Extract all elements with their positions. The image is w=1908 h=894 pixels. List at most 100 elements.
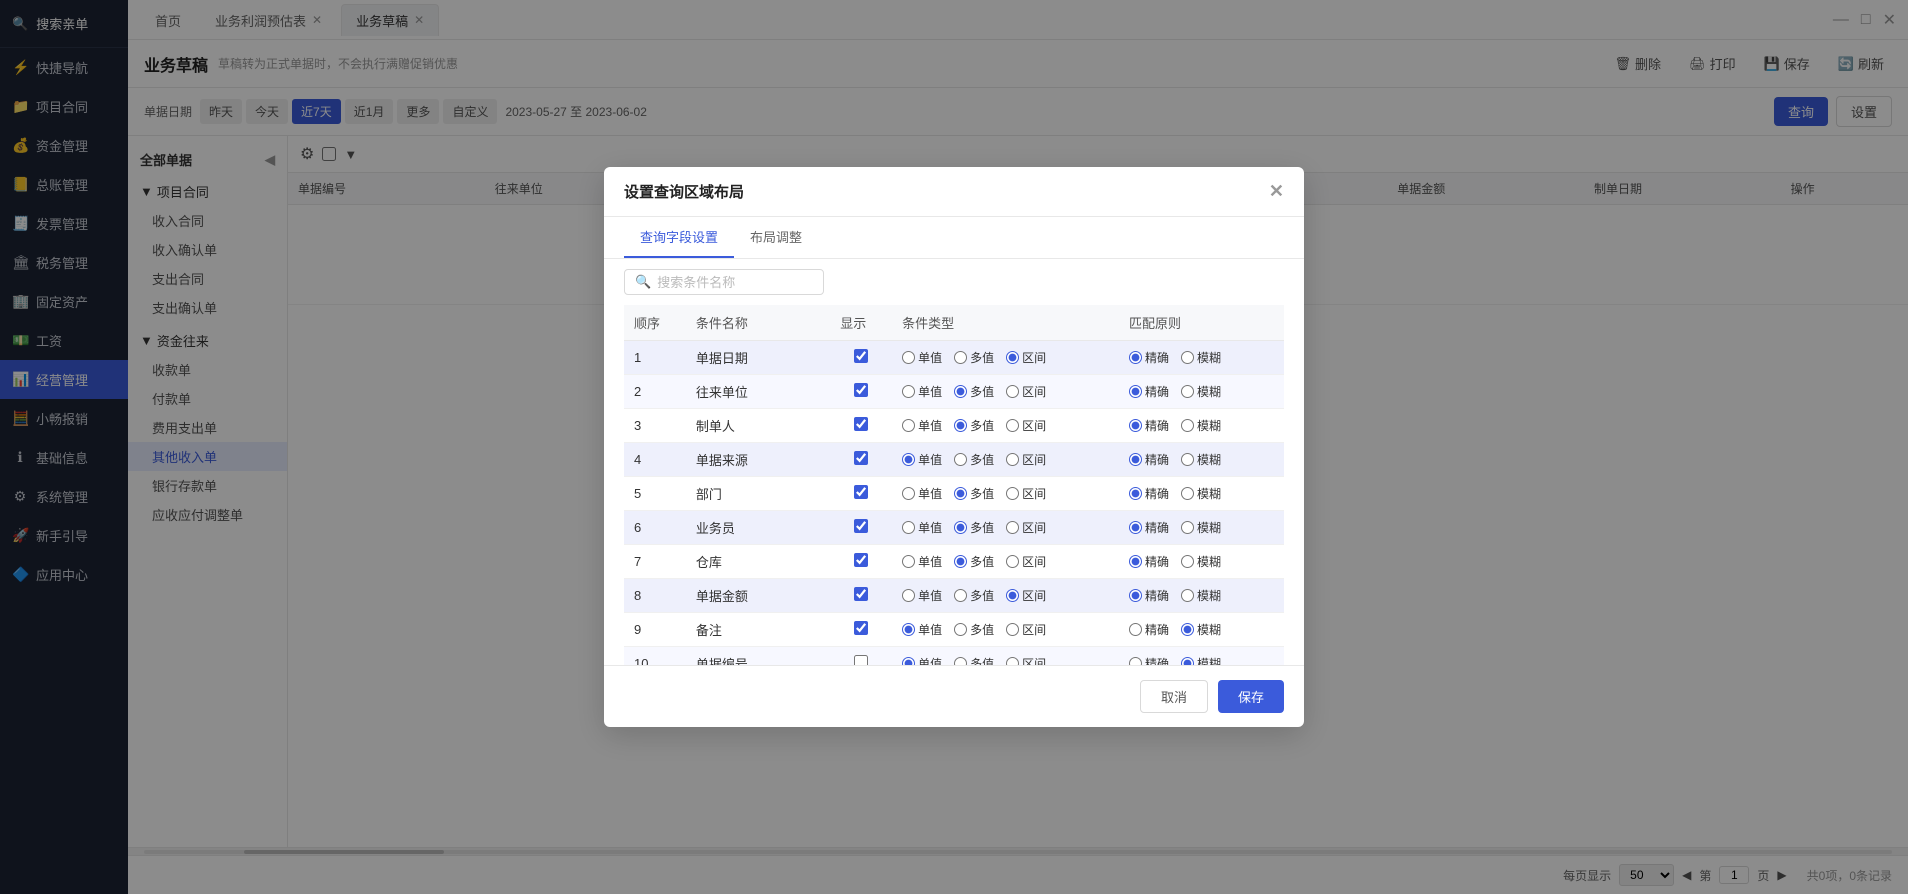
radio-condition-多值-8[interactable]: 多值 [954, 587, 994, 604]
radio-match-模糊-5[interactable]: 模糊 [1181, 485, 1221, 502]
radio-condition-单值-8[interactable]: 单值 [902, 587, 942, 604]
radio-condition-单值-10[interactable]: 单值 [902, 655, 942, 665]
radio-condition-单值-2[interactable]: 单值 [902, 383, 942, 400]
checkbox-display-8[interactable] [854, 587, 868, 601]
cell-condition-5: 单值 多值 区间 [892, 477, 1119, 511]
checkbox-display-7[interactable] [854, 553, 868, 567]
radio-condition-区间-9[interactable]: 区间 [1006, 621, 1046, 638]
radio-match-精确-3[interactable]: 精确 [1129, 417, 1169, 434]
radio-condition-多值-10[interactable]: 多值 [954, 655, 994, 665]
checkbox-display-10[interactable] [854, 655, 868, 665]
dialog: 设置查询区域布局 ✕ 查询字段设置 布局调整 🔍 顺序 [604, 167, 1304, 727]
cell-display-4[interactable] [830, 443, 892, 477]
radio-match-模糊-7[interactable]: 模糊 [1181, 553, 1221, 570]
radio-match-精确-5[interactable]: 精确 [1129, 485, 1169, 502]
radio-condition-多值-9[interactable]: 多值 [954, 621, 994, 638]
cell-condition-7: 单值 多值 区间 [892, 545, 1119, 579]
dialog-row-4: 4 单据来源 单值 多值 区间 精确 [624, 443, 1284, 477]
cell-display-6[interactable] [830, 511, 892, 545]
dialog-header: 设置查询区域布局 ✕ [604, 167, 1304, 217]
radio-condition-单值-9[interactable]: 单值 [902, 621, 942, 638]
radio-match-精确-9[interactable]: 精确 [1129, 621, 1169, 638]
cell-order-4: 4 [624, 443, 686, 477]
radio-match-精确-1[interactable]: 精确 [1129, 349, 1169, 366]
radio-condition-区间-1[interactable]: 区间 [1006, 349, 1046, 366]
radio-condition-多值-4[interactable]: 多值 [954, 451, 994, 468]
radio-condition-多值-1[interactable]: 多值 [954, 349, 994, 366]
radio-match-模糊-9[interactable]: 模糊 [1181, 621, 1221, 638]
radio-match-模糊-6[interactable]: 模糊 [1181, 519, 1221, 536]
checkbox-display-3[interactable] [854, 417, 868, 431]
radio-match-精确-8[interactable]: 精确 [1129, 587, 1169, 604]
radio-condition-区间-6[interactable]: 区间 [1006, 519, 1046, 536]
cell-order-7: 7 [624, 545, 686, 579]
radio-match-精确-6[interactable]: 精确 [1129, 519, 1169, 536]
cell-name-5: 部门 [686, 477, 830, 511]
save-dialog-button[interactable]: 保存 [1218, 680, 1284, 713]
cell-display-3[interactable] [830, 409, 892, 443]
cell-name-10: 单据编号 [686, 647, 830, 666]
radio-condition-区间-2[interactable]: 区间 [1006, 383, 1046, 400]
dialog-table-header: 顺序 条件名称 显示 条件类型 匹配原则 [624, 305, 1284, 341]
radio-condition-多值-6[interactable]: 多值 [954, 519, 994, 536]
radio-condition-多值-2[interactable]: 多值 [954, 383, 994, 400]
cell-display-5[interactable] [830, 477, 892, 511]
checkbox-display-4[interactable] [854, 451, 868, 465]
radio-condition-单值-4[interactable]: 单值 [902, 451, 942, 468]
cell-display-7[interactable] [830, 545, 892, 579]
radio-condition-区间-8[interactable]: 区间 [1006, 587, 1046, 604]
radio-condition-单值-6[interactable]: 单值 [902, 519, 942, 536]
cell-display-10[interactable] [830, 647, 892, 666]
radio-condition-区间-5[interactable]: 区间 [1006, 485, 1046, 502]
radio-match-模糊-2[interactable]: 模糊 [1181, 383, 1221, 400]
cell-condition-8: 单值 多值 区间 [892, 579, 1119, 613]
radio-match-精确-2[interactable]: 精确 [1129, 383, 1169, 400]
radio-match-精确-4[interactable]: 精确 [1129, 451, 1169, 468]
radio-match-模糊-10[interactable]: 模糊 [1181, 655, 1221, 665]
radio-condition-区间-10[interactable]: 区间 [1006, 655, 1046, 665]
cell-display-1[interactable] [830, 341, 892, 375]
checkbox-display-6[interactable] [854, 519, 868, 533]
radio-condition-单值-7[interactable]: 单值 [902, 553, 942, 570]
cell-order-6: 6 [624, 511, 686, 545]
radio-match-模糊-8[interactable]: 模糊 [1181, 587, 1221, 604]
checkbox-display-2[interactable] [854, 383, 868, 397]
radio-condition-多值-7[interactable]: 多值 [954, 553, 994, 570]
checkbox-display-1[interactable] [854, 349, 868, 363]
checkbox-display-9[interactable] [854, 621, 868, 635]
dialog-row-2: 2 往来单位 单值 多值 区间 精确 [624, 375, 1284, 409]
tab-field-settings[interactable]: 查询字段设置 [624, 217, 734, 258]
radio-condition-单值-5[interactable]: 单值 [902, 485, 942, 502]
col-match: 匹配原则 [1119, 305, 1284, 341]
cell-condition-4: 单值 多值 区间 [892, 443, 1119, 477]
radio-condition-区间-3[interactable]: 区间 [1006, 417, 1046, 434]
col-name: 条件名称 [686, 305, 830, 341]
radio-condition-单值-3[interactable]: 单值 [902, 417, 942, 434]
cell-condition-10: 单值 多值 区间 [892, 647, 1119, 666]
dialog-table: 顺序 条件名称 显示 条件类型 匹配原则 1 单据日期 单值 [624, 305, 1284, 665]
checkbox-display-5[interactable] [854, 485, 868, 499]
radio-condition-区间-4[interactable]: 区间 [1006, 451, 1046, 468]
tab-layout-settings[interactable]: 布局调整 [734, 217, 818, 258]
dialog-row-10: 10 单据编号 单值 多值 区间 精确 [624, 647, 1284, 666]
radio-match-模糊-1[interactable]: 模糊 [1181, 349, 1221, 366]
search-input[interactable] [657, 275, 807, 290]
cell-order-10: 10 [624, 647, 686, 666]
cell-order-9: 9 [624, 613, 686, 647]
radio-condition-单值-1[interactable]: 单值 [902, 349, 942, 366]
cell-name-8: 单据金额 [686, 579, 830, 613]
dialog-close-button[interactable]: ✕ [1269, 181, 1284, 202]
cell-display-8[interactable] [830, 579, 892, 613]
cancel-button[interactable]: 取消 [1140, 680, 1208, 713]
radio-match-精确-10[interactable]: 精确 [1129, 655, 1169, 665]
cell-condition-1: 单值 多值 区间 [892, 341, 1119, 375]
radio-condition-多值-5[interactable]: 多值 [954, 485, 994, 502]
cell-display-2[interactable] [830, 375, 892, 409]
radio-match-精确-7[interactable]: 精确 [1129, 553, 1169, 570]
radio-condition-区间-7[interactable]: 区间 [1006, 553, 1046, 570]
cell-display-9[interactable] [830, 613, 892, 647]
radio-match-模糊-3[interactable]: 模糊 [1181, 417, 1221, 434]
dialog-footer: 取消 保存 [604, 665, 1304, 727]
radio-match-模糊-4[interactable]: 模糊 [1181, 451, 1221, 468]
radio-condition-多值-3[interactable]: 多值 [954, 417, 994, 434]
